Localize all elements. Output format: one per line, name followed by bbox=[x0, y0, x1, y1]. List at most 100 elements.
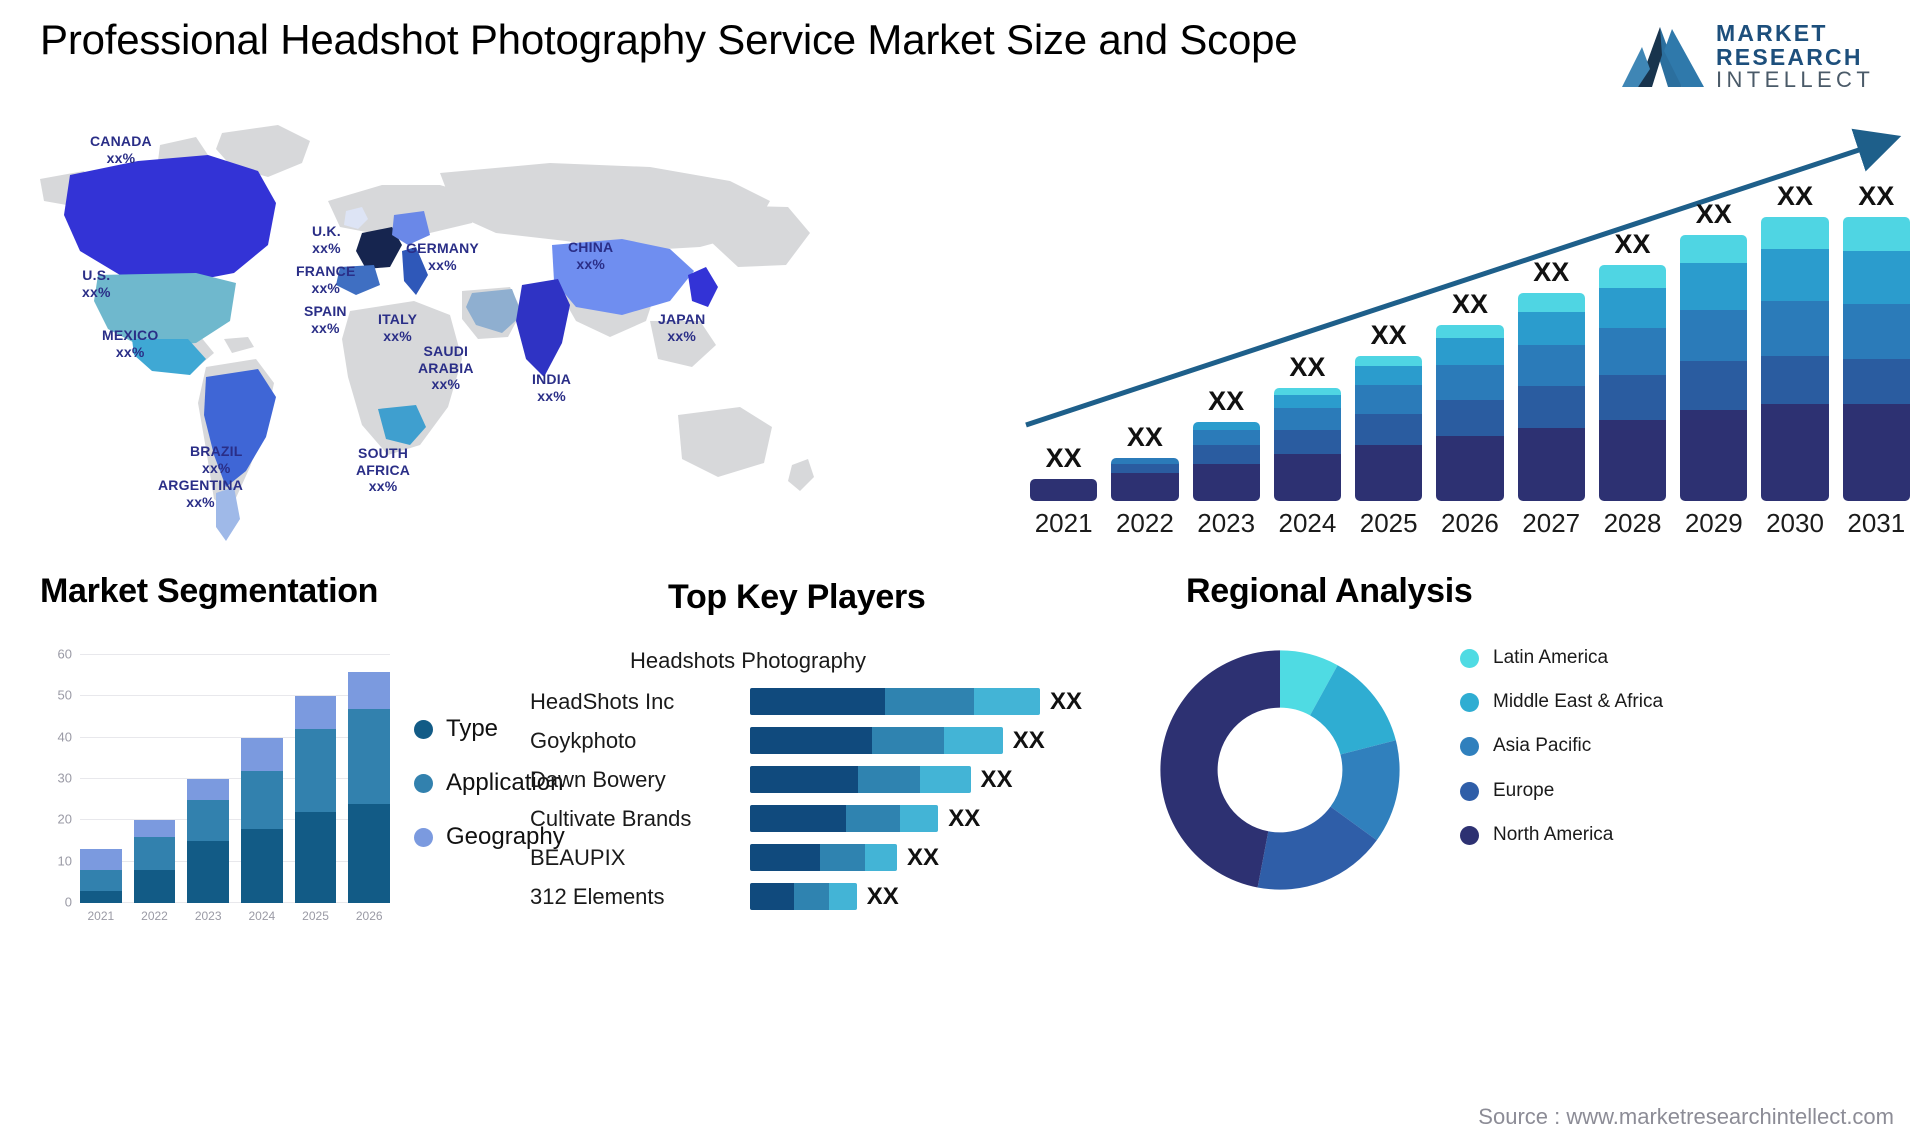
segmentation-bar-segment bbox=[187, 799, 230, 841]
growth-bar-column: XX bbox=[1436, 181, 1504, 501]
growth-year-axis: 2021 2022 2023 2024 2025 2026 2027 2028 2029 2030… bbox=[1030, 508, 1910, 539]
growth-bar-value: XX bbox=[1208, 386, 1245, 417]
growth-year-label: 2025 bbox=[1359, 508, 1418, 538]
segmentation-y-tick: 60 bbox=[57, 646, 72, 662]
growth-bar-value: XX bbox=[1045, 443, 1082, 474]
growth-bar-column: XX bbox=[1273, 181, 1342, 501]
segmentation-y-tick: 0 bbox=[64, 894, 72, 910]
segmentation-y-tick: 20 bbox=[57, 811, 72, 827]
growth-bar bbox=[1598, 264, 1667, 501]
growth-bar-segment bbox=[1842, 304, 1910, 359]
map-label-us: U.S. xx% bbox=[82, 267, 111, 300]
map-label-japan: JAPAN xx% bbox=[658, 311, 706, 344]
growth-year-label: 2031 bbox=[1847, 508, 1906, 538]
key-player-bar bbox=[750, 766, 971, 793]
logo-line-market: MARKET bbox=[1716, 19, 1828, 46]
legend-label: Asia Pacific bbox=[1493, 735, 1592, 757]
key-player-bar-segment bbox=[750, 766, 858, 793]
key-player-value: XX bbox=[948, 804, 981, 832]
growth-bar-segment bbox=[1598, 328, 1667, 375]
segmentation-bar-segment bbox=[294, 696, 337, 730]
segmentation-bar-segment bbox=[348, 708, 391, 804]
segmentation-y-tick: 10 bbox=[57, 853, 72, 869]
segmentation-bar-segment bbox=[348, 803, 391, 903]
key-player-bar bbox=[750, 844, 897, 871]
segmentation-x-label: 2023 bbox=[194, 909, 222, 923]
growth-bar-segment bbox=[1355, 355, 1423, 366]
growth-bar-segment bbox=[1517, 293, 1585, 312]
segmentation-bar bbox=[348, 655, 391, 903]
legend-color-dot bbox=[1460, 781, 1479, 801]
regional-legend: Latin America Middle East & Africa Asia Pa… bbox=[1460, 646, 1760, 867]
segmentation-bar-segment bbox=[294, 729, 337, 813]
growth-bar-segment bbox=[1680, 309, 1748, 362]
legend-color-dot bbox=[414, 773, 433, 793]
segmentation-bar-segment bbox=[80, 849, 122, 870]
segmentation-bar-segment bbox=[294, 812, 337, 903]
brand-logo: MARKET RESEARCH INTELLECT bbox=[1620, 18, 1900, 96]
infographic-page: Professional Headshot Photography Servic… bbox=[0, 0, 1920, 1146]
key-player-bar-segment bbox=[944, 727, 1003, 754]
key-player-bar-segment bbox=[828, 883, 857, 910]
key-player-name: Dawn Bowery bbox=[530, 766, 666, 792]
growth-bar-segment bbox=[1436, 324, 1504, 339]
legend-label: Middle East & Africa bbox=[1493, 691, 1664, 713]
map-label-france: FRANCE xx% bbox=[296, 263, 356, 296]
growth-bar-segment bbox=[1761, 300, 1829, 356]
growth-bar-segment bbox=[1517, 311, 1585, 345]
growth-year-label: 2030 bbox=[1766, 508, 1824, 538]
key-player-bar-segment bbox=[845, 805, 901, 832]
map-label-germany: GERMANY xx% bbox=[406, 240, 479, 273]
segmentation-bar-segment bbox=[241, 770, 283, 829]
key-player-row: 312 Elements XX bbox=[530, 877, 1110, 916]
key-player-bar bbox=[750, 883, 857, 910]
key-player-bar bbox=[750, 688, 1040, 715]
growth-bar-segment bbox=[1761, 404, 1829, 501]
growth-bar-column: XX bbox=[1192, 181, 1260, 501]
key-player-value: XX bbox=[1050, 687, 1083, 715]
growth-bar-value: XX bbox=[1126, 421, 1163, 452]
growth-bar-segment bbox=[1598, 374, 1667, 420]
growth-year-label: 2021 bbox=[1034, 508, 1093, 538]
key-player-bar bbox=[750, 727, 1003, 754]
key-player-row: BEAUPIX XX bbox=[530, 838, 1110, 877]
growth-bar-column: XX bbox=[1030, 181, 1098, 501]
segmentation-bar-segment bbox=[133, 869, 176, 903]
growth-year-label: 2027 bbox=[1522, 508, 1581, 538]
growth-bar-value: XX bbox=[1533, 257, 1570, 288]
legend-color-dot bbox=[414, 719, 433, 739]
growth-bar-value: XX bbox=[1451, 288, 1488, 319]
growth-bar-segment bbox=[1598, 288, 1667, 329]
map-label-italy: ITALY xx% bbox=[378, 311, 418, 344]
map-label-argentina: ARGENTINA xx% bbox=[158, 477, 244, 510]
segmentation-title: Market Segmentation bbox=[40, 572, 379, 610]
segmentation-x-axis: 2021 2022 2023 2024 2025 2026 bbox=[80, 909, 390, 923]
growth-bar-segment bbox=[1355, 445, 1423, 501]
map-label-brazil: BRAZIL xx% bbox=[190, 443, 243, 476]
key-player-bar-segment bbox=[750, 688, 885, 715]
key-player-value: XX bbox=[907, 843, 940, 871]
growth-bar-segment bbox=[1192, 422, 1260, 431]
segmentation-bar bbox=[241, 655, 283, 903]
key-player-bar bbox=[750, 805, 939, 832]
logo-wordmark: MARKET RESEARCH INTELLECT bbox=[1716, 19, 1874, 93]
key-player-bar-segment bbox=[884, 688, 974, 715]
growth-year-label: 2029 bbox=[1684, 508, 1743, 538]
regional-legend-item: Latin America bbox=[1460, 646, 1760, 669]
growth-bar-segment bbox=[1436, 399, 1504, 437]
growth-bar-segment bbox=[1517, 427, 1585, 501]
regional-legend-item: Middle East & Africa bbox=[1460, 690, 1760, 713]
key-player-value: XX bbox=[866, 882, 899, 910]
growth-bar-segment bbox=[1436, 338, 1504, 365]
growth-bar-segment bbox=[1680, 409, 1748, 501]
growth-bar-segment bbox=[1273, 454, 1342, 501]
growth-bar-segment bbox=[1192, 445, 1260, 464]
legend-color-dot bbox=[1460, 693, 1479, 713]
regional-legend-item: Europe bbox=[1460, 779, 1760, 802]
growth-bar-segment bbox=[1355, 365, 1423, 386]
top-key-players-chart: Headshots Photography HeadShots Inc XX Goy… bbox=[530, 600, 1100, 910]
regional-donut bbox=[1160, 650, 1400, 890]
legend-label: North America bbox=[1493, 823, 1614, 845]
growth-bar-segment bbox=[1111, 464, 1179, 473]
growth-bar bbox=[1273, 387, 1342, 501]
